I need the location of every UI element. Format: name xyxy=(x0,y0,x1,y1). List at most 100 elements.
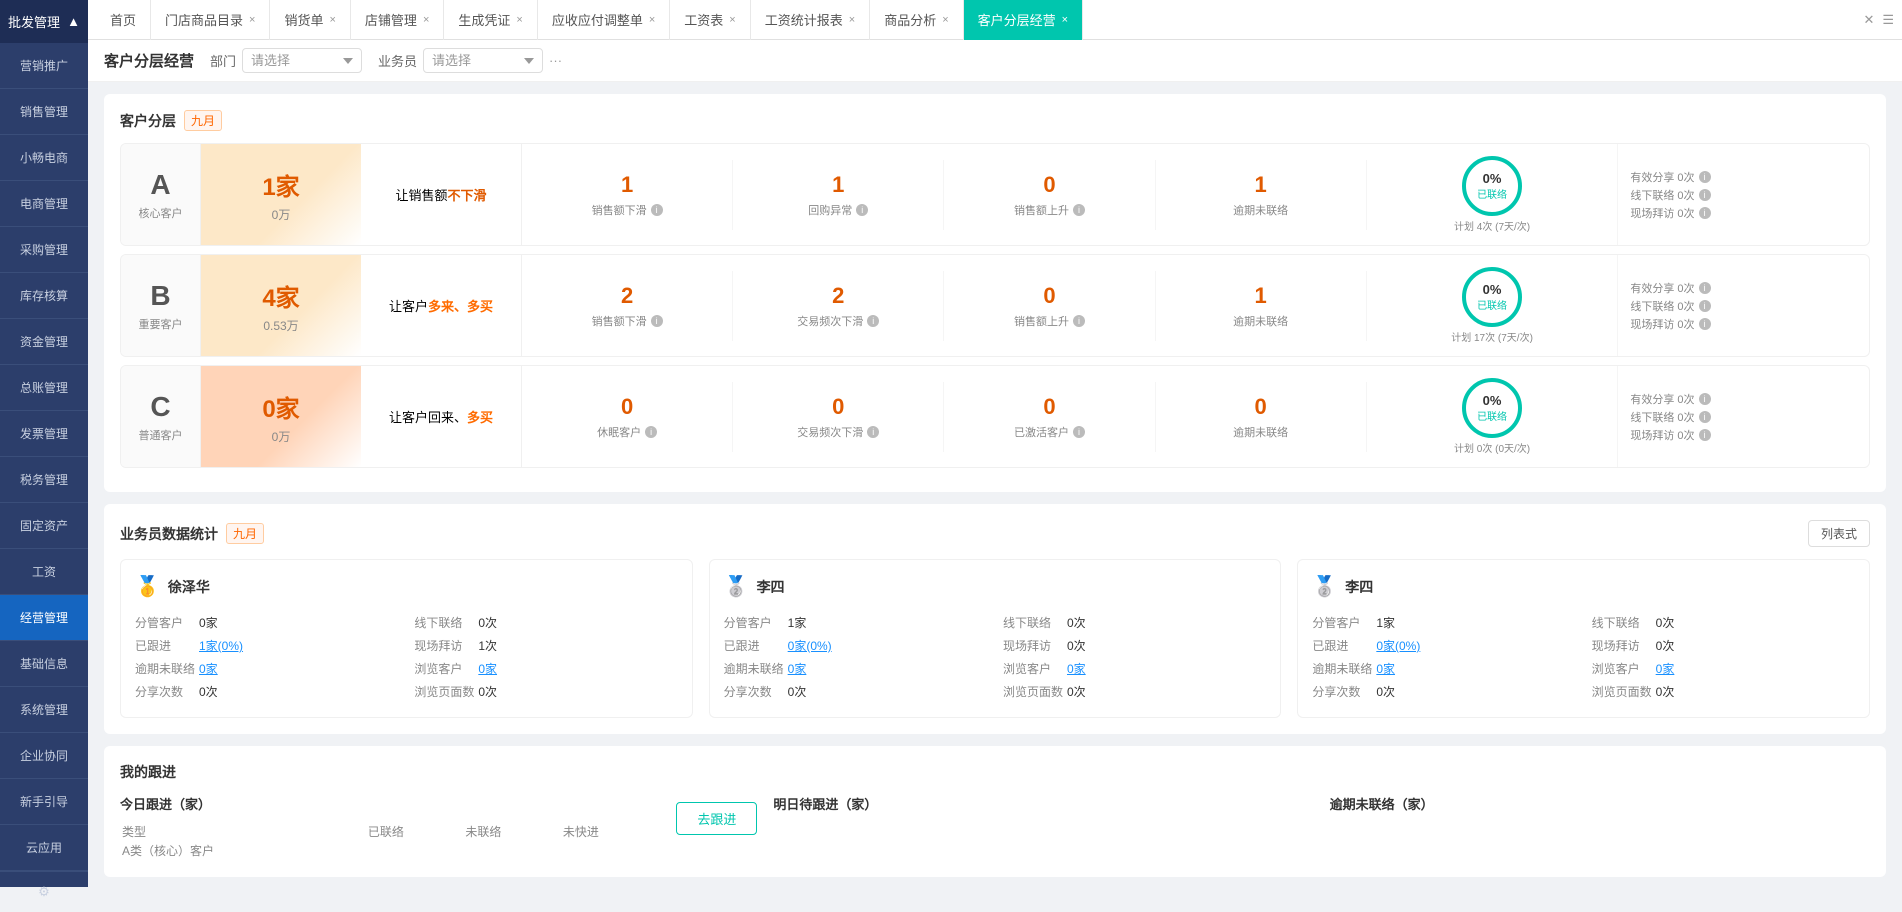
sidebar-item-dianshang[interactable]: 电商管理 xyxy=(0,181,88,227)
info-icon[interactable]: i xyxy=(651,315,663,327)
sidebar-item-yunyingyong[interactable]: 云应用 xyxy=(0,825,88,871)
info-icon[interactable]: i xyxy=(1073,204,1085,216)
tab-home[interactable]: 首页 xyxy=(96,0,151,40)
tier-count[interactable]: 4家 xyxy=(262,278,299,313)
biz-stat-val[interactable]: 0家 xyxy=(788,660,807,677)
sidebar-item-kucun[interactable]: 库存核算 xyxy=(0,273,88,319)
tier-a-stat-0: 1 销售额下滑i xyxy=(522,160,733,230)
tab-xiaohuo[interactable]: 销货单× xyxy=(270,0,350,40)
tabbar-menu-icon[interactable]: ☰ xyxy=(1882,12,1894,28)
biz-stat-val[interactable]: 0家(0%) xyxy=(1376,637,1420,654)
sidebar-item-xiaodian[interactable]: 小畅电商 xyxy=(0,135,88,181)
tier-stat-label: 休眠客户i xyxy=(597,424,657,440)
sidebar-item-xitong[interactable]: 系统管理 xyxy=(0,687,88,733)
sidebar-item-caigou[interactable]: 采购管理 xyxy=(0,227,88,273)
tier-stat-circle-a: 0% 已联络 计划 4次 (7天/次) xyxy=(1367,144,1619,245)
sidebar-item-qiyexieyong[interactable]: 企业协同 xyxy=(0,733,88,779)
biz-stat-row: 已跟进 0家(0%) xyxy=(1312,634,1575,657)
info-icon[interactable]: i xyxy=(856,204,868,216)
tab-close-dianguan[interactable]: × xyxy=(423,14,429,26)
info-icon[interactable]: i xyxy=(1699,300,1711,312)
sidebar-collapse-icon[interactable]: ▲ xyxy=(67,14,80,29)
info-icon[interactable]: i xyxy=(1699,189,1711,201)
biz-stat-label: 现场拜访 xyxy=(1003,637,1063,654)
tab-close-shangpinfenxi[interactable]: × xyxy=(942,14,948,26)
info-icon[interactable]: i xyxy=(867,426,879,438)
tab-shengcheng[interactable]: 生成凭证× xyxy=(444,0,537,40)
tab-close-gongzibiao[interactable]: × xyxy=(729,14,735,26)
tab-kehufenceng[interactable]: 客户分层经营× xyxy=(964,0,1083,40)
biz-stat-val: 0家 xyxy=(199,614,218,631)
tier-stat-num: 0 xyxy=(621,394,633,420)
tier-main-a: 1家 0万 xyxy=(201,144,361,245)
biz-stat-val[interactable]: 0家 xyxy=(199,660,218,677)
sidebar-item-jichu[interactable]: 基础信息 xyxy=(0,641,88,687)
sidebar-item-yingxiao[interactable]: 营销推广 xyxy=(0,43,88,89)
sidebar-item-jingying[interactable]: 经营管理 xyxy=(0,595,88,641)
followup-col-weikuaijin: 未快进 xyxy=(563,823,658,840)
circle-pct: 0% xyxy=(1483,393,1502,408)
dept-filter: 部门 请选择 xyxy=(210,48,362,73)
biz-stat-val[interactable]: 0家 xyxy=(1376,660,1395,677)
tab-gongzitongji[interactable]: 工资统计报表× xyxy=(751,0,870,40)
tab-yingshouyingfu[interactable]: 应收应付调整单× xyxy=(538,0,670,40)
sidebar-item-zijin[interactable]: 资金管理 xyxy=(0,319,88,365)
biz-stat-val[interactable]: 1家(0%) xyxy=(199,637,243,654)
biz-stat-label: 浏览页面数 xyxy=(414,683,474,700)
sidebar-item-fapiao[interactable]: 发票管理 xyxy=(0,411,88,457)
content-body: 客户分层 九月 A 核心客户 1家 0万 让销售额不下滑 1 销售额下滑i 1 … xyxy=(88,82,1902,887)
info-icon[interactable]: i xyxy=(1699,282,1711,294)
biz-stat-val[interactable]: 0家 xyxy=(1656,660,1675,677)
followup-header: 我的跟进 xyxy=(120,762,1870,782)
sidebar-item-xiaoshou[interactable]: 销售管理 xyxy=(0,89,88,135)
sidebar-item-gongzi[interactable]: 工资 xyxy=(0,549,88,595)
biz-stat-val[interactable]: 0家 xyxy=(1067,660,1086,677)
list-view-button[interactable]: 列表式 xyxy=(1808,520,1870,547)
more-options-icon[interactable]: ··· xyxy=(549,53,562,68)
tabbar: 首页门店商品目录×销货单×店铺管理×生成凭证×应收应付调整单×工资表×工资统计报… xyxy=(88,0,1902,40)
sidebar-top[interactable]: 批发管理 ▲ xyxy=(0,0,88,43)
biz-stat-val[interactable]: 0家(0%) xyxy=(788,637,832,654)
sidebar-item-zhangzhang[interactable]: 总账管理 xyxy=(0,365,88,411)
tab-mendian[interactable]: 门店商品目录× xyxy=(151,0,270,40)
tab-close-gongzitongji[interactable]: × xyxy=(849,14,855,26)
tab-dianguan[interactable]: 店铺管理× xyxy=(351,0,444,40)
biz-stats-grid: 分管客户 0家 已跟进 1家(0%) 逾期未联络 0家 分享次数 0次 线下联络… xyxy=(135,611,678,703)
sidebar-item-xinshouyindao[interactable]: 新手引导 xyxy=(0,779,88,825)
info-icon[interactable]: i xyxy=(651,204,663,216)
tier-row-c: C 普通客户 0家 0万 让客户回来、多买 0 休眠客户i 0 交易频次下滑i … xyxy=(120,365,1870,468)
sidebar-item-gudingzichan[interactable]: 固定资产 xyxy=(0,503,88,549)
biz-stat-label: 浏览客户 xyxy=(1003,660,1063,677)
info-icon[interactable]: i xyxy=(1699,411,1711,423)
staff-select[interactable]: 请选择 xyxy=(423,48,543,73)
sidebar-settings[interactable]: ⚙ xyxy=(0,871,88,912)
info-icon[interactable]: i xyxy=(1699,171,1711,183)
info-icon[interactable]: i xyxy=(1699,318,1711,330)
overdue-followup: 逾期未联络（家） xyxy=(1330,794,1870,821)
info-icon[interactable]: i xyxy=(867,315,879,327)
tab-close-mendian[interactable]: × xyxy=(249,14,255,26)
circle-sub: 计划 17次 (7天/次) xyxy=(1451,329,1533,344)
biz-stat-val[interactable]: 0家 xyxy=(478,660,497,677)
biz-stat-val: 1次 xyxy=(478,637,497,654)
tabbar-close-icon[interactable]: ✕ xyxy=(1863,12,1874,28)
tab-close-xiaohuo[interactable]: × xyxy=(329,14,335,26)
tier-count[interactable]: 1家 xyxy=(262,167,299,202)
tier-count[interactable]: 0家 xyxy=(262,389,299,424)
tab-close-yingshouyingfu[interactable]: × xyxy=(649,14,655,26)
tab-close-kehufenceng[interactable]: × xyxy=(1062,14,1068,26)
goto-followup-button[interactable]: 去跟进 xyxy=(676,802,757,835)
sidebar-item-shuiwu[interactable]: 税务管理 xyxy=(0,457,88,503)
tab-close-shengcheng[interactable]: × xyxy=(516,14,522,26)
info-icon[interactable]: i xyxy=(1699,207,1711,219)
info-icon[interactable]: i xyxy=(1699,393,1711,405)
info-icon[interactable]: i xyxy=(1073,426,1085,438)
info-icon[interactable]: i xyxy=(1699,429,1711,441)
dept-select[interactable]: 请选择 xyxy=(242,48,362,73)
info-icon[interactable]: i xyxy=(1073,315,1085,327)
circle-label: 已联络 xyxy=(1477,408,1507,423)
tab-gongzibiao[interactable]: 工资表× xyxy=(670,0,750,40)
info-icon[interactable]: i xyxy=(645,426,657,438)
tab-shangpinfenxi[interactable]: 商品分析× xyxy=(870,0,963,40)
biz-stat-row: 线下联络 0次 xyxy=(414,611,677,634)
